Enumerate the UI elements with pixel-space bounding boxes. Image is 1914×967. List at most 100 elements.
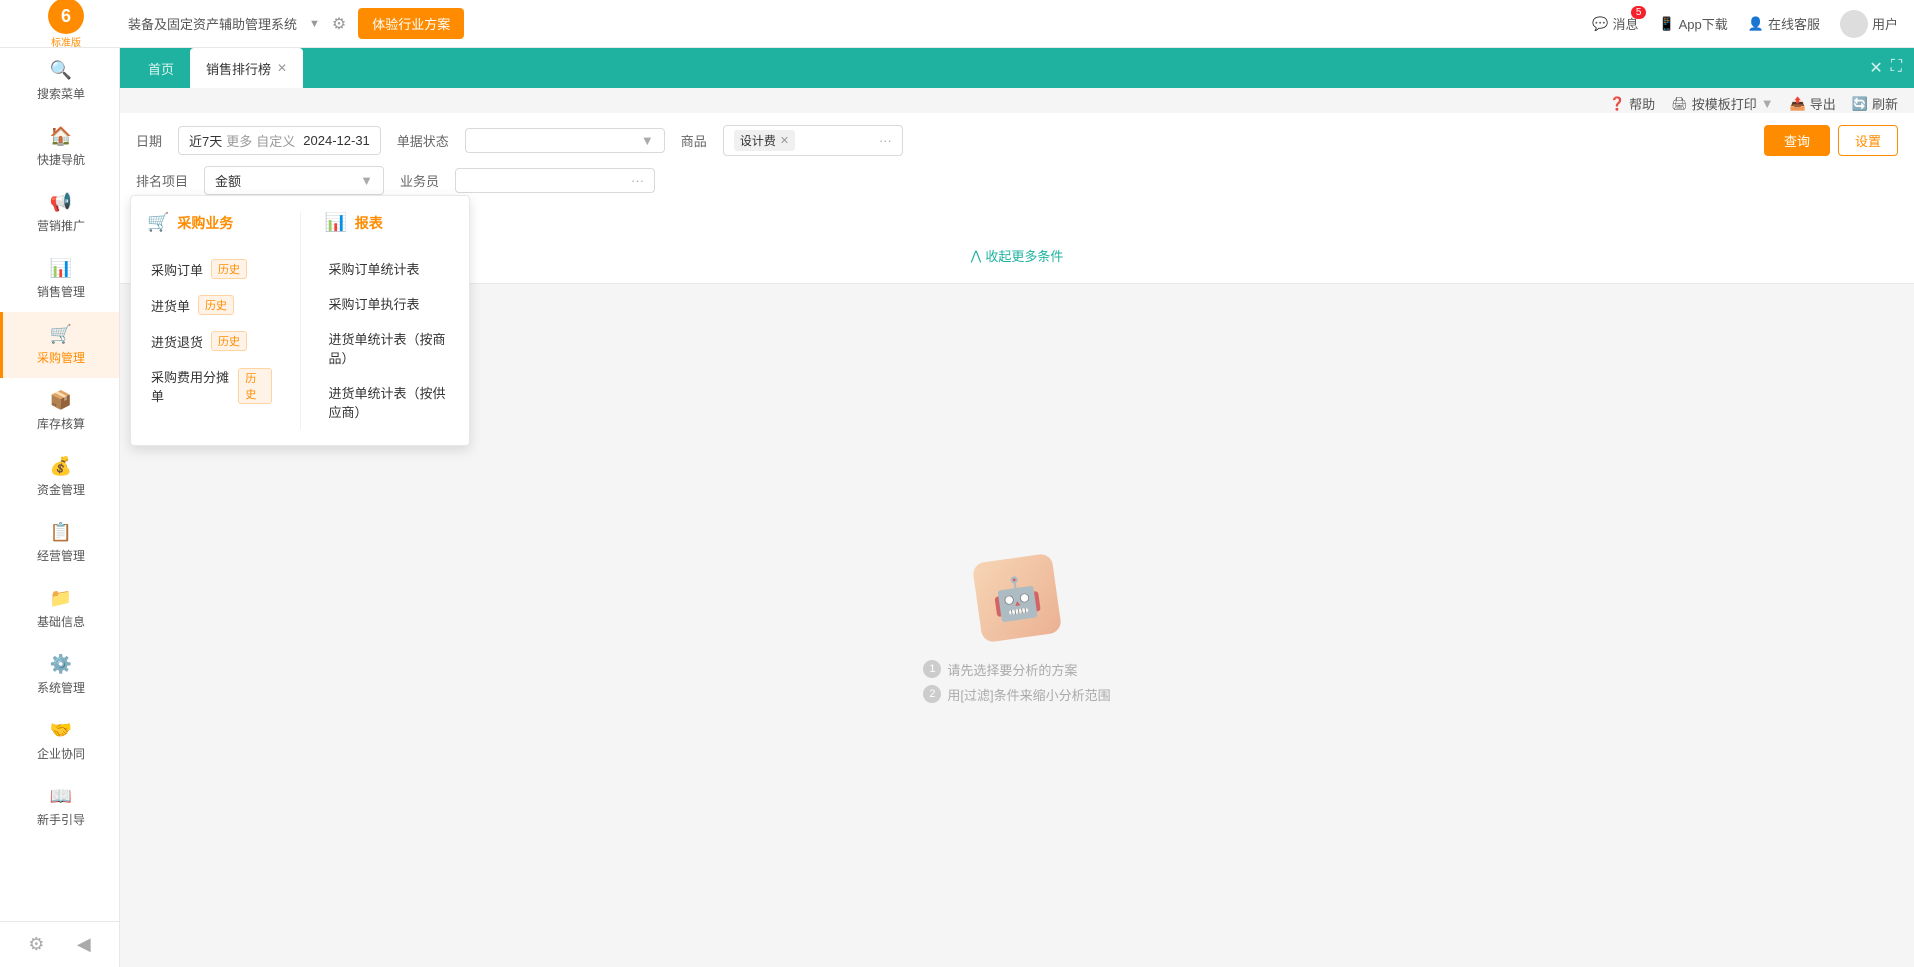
empty-illustration: 🤖	[957, 548, 1077, 648]
tab-close-icon[interactable]: ✕	[277, 61, 287, 75]
logo-icon: 6	[48, 0, 84, 34]
export-icon: 📤	[1790, 96, 1806, 112]
logo-area: 6 标准版	[16, 0, 116, 49]
filter-row-2: 排名项目 金额 ▼ 业务员 ···	[136, 166, 1898, 195]
sidebar-item-inventory[interactable]: 📦 库存核算	[0, 378, 119, 444]
logo-text: 标准版	[51, 34, 81, 49]
tab-bar-expand-icon[interactable]: ⛶	[1891, 58, 1902, 78]
sidebar-item-quick[interactable]: 🏠 快捷导航	[0, 114, 119, 180]
dropdown-item-stock-in-stat-supplier[interactable]: 进货单统计表（按供应商）	[325, 375, 454, 429]
voucher-status-input[interactable]: ▼	[465, 128, 665, 153]
sidebar-label-guide: 新手引导	[37, 811, 85, 828]
purchase-dropdown-menu: 🛒 采购业务 采购订单 历史 进货单 历史 进货退货 历史 采购费用分摊单 历史	[130, 195, 470, 446]
sidebar-item-capital[interactable]: 💰 资金管理	[0, 444, 119, 510]
rank-value: 金额	[215, 171, 241, 190]
dropdown-columns: 🛒 采购业务 采购订单 历史 进货单 历史 进货退货 历史 采购费用分摊单 历史	[147, 212, 453, 429]
sidebar-item-operation[interactable]: 📋 经营管理	[0, 510, 119, 576]
filter-actions: 查询 设置	[1764, 125, 1898, 156]
goods-label: 商品	[681, 131, 707, 150]
report-col-title: 报表	[355, 213, 383, 233]
sidebar-item-search[interactable]: 🔍 搜索菜单	[0, 48, 119, 114]
settings-icon[interactable]: ⚙	[332, 14, 346, 34]
dropdown-item-purchase-order-stat[interactable]: 采购订单统计表	[325, 251, 454, 286]
sidebar-item-enterprise[interactable]: 🤝 企业协同	[0, 708, 119, 774]
tab-bar-close-icon[interactable]: ✕	[1869, 58, 1882, 78]
date-custom: 自定义	[256, 131, 295, 150]
service-icon: 👤	[1748, 16, 1764, 32]
sidebar-label-inventory: 库存核算	[37, 415, 85, 432]
sidebar-item-system[interactable]: ⚙️ 系统管理	[0, 642, 119, 708]
dropdown-item-purchase-order-exec[interactable]: 采购订单执行表	[325, 286, 454, 321]
goods-more-icon[interactable]: ···	[879, 133, 892, 148]
dropdown-col-report: 📊 报表 采购订单统计表 采购订单执行表 进货单统计表（按商品） 进货单统计表（…	[325, 212, 454, 429]
empty-tip-2: 2 用[过滤]条件来缩小分析范围	[923, 685, 1110, 704]
main-content: 首页 销售排行榜 ✕ ✕ ⛶ ❓ 帮助 🖨 按模板打印 ▼ 📤	[120, 48, 1914, 967]
dropdown-col-purchase: 🛒 采购业务 采购订单 历史 进货单 历史 进货退货 历史 采购费用分摊单 历史	[147, 212, 276, 429]
date-input[interactable]: 近7天 更多 自定义 2024-12-31	[178, 126, 381, 155]
system-dropdown-arrow[interactable]: ▼	[309, 18, 320, 30]
user-button[interactable]: 用户	[1840, 10, 1898, 38]
goods-tag-text: 设计费	[740, 132, 776, 149]
settings-button[interactable]: 设置	[1838, 125, 1898, 156]
system-title: 装备及固定资产辅助管理系统	[128, 14, 297, 33]
messages-button[interactable]: 💬 消息 5	[1592, 14, 1638, 33]
sidebar-item-purchase[interactable]: 🛒 采购管理	[0, 312, 119, 378]
tip-text-1: 请先选择要分析的方案	[947, 660, 1077, 679]
sidebar-item-marketing[interactable]: 📢 营销推广	[0, 180, 119, 246]
dropdown-item-purchase-order[interactable]: 采购订单 历史	[147, 251, 276, 287]
stock-in-history-tag: 历史	[198, 295, 234, 315]
sidebar: 🔍 搜索菜单 🏠 快捷导航 📢 营销推广 📊 销售管理 🛒 采购管理 📦 库存核…	[0, 48, 120, 967]
sidebar-item-guide[interactable]: 📖 新手引导	[0, 774, 119, 840]
dropdown-item-stock-in-stat-goods[interactable]: 进货单统计表（按商品）	[325, 321, 454, 375]
empty-tip-1: 1 请先选择要分析的方案	[923, 660, 1110, 679]
sidebar-collapse-icon[interactable]: ◀	[77, 934, 91, 955]
salesman-input[interactable]: ···	[455, 168, 655, 193]
voucher-status-label: 单据状态	[397, 131, 449, 150]
sidebar-label-capital: 资金管理	[37, 481, 85, 498]
collapse-button[interactable]: ⋀ 收起更多条件	[965, 240, 1070, 271]
empty-tips: 1 请先选择要分析的方案 2 用[过滤]条件来缩小分析范围	[923, 660, 1110, 704]
goods-tag: 设计费 ✕	[734, 130, 795, 151]
help-button[interactable]: ❓ 帮助	[1609, 94, 1655, 113]
sidebar-label-purchase: 采购管理	[37, 349, 85, 366]
logo-char: 6	[61, 6, 71, 27]
trial-button[interactable]: 体验行业方案	[358, 8, 464, 39]
tab-bar: 首页 销售排行榜 ✕ ✕ ⛶	[120, 48, 1914, 88]
app-download-button[interactable]: 📱 App下载	[1658, 14, 1727, 33]
dropdown-item-purchase-expense[interactable]: 采购费用分摊单 历史	[147, 359, 276, 413]
export-button[interactable]: 📤 导出	[1790, 94, 1836, 113]
dropdown-item-stock-in[interactable]: 进货单 历史	[147, 287, 276, 323]
print-button[interactable]: 🖨 按模板打印 ▼	[1671, 94, 1773, 113]
app-download-label: App下载	[1679, 14, 1728, 33]
message-icon: 💬	[1592, 16, 1608, 32]
tab-sales-rank-label: 销售排行榜	[206, 59, 271, 78]
tab-home[interactable]: 首页	[132, 48, 190, 88]
goods-tag-close-icon[interactable]: ✕	[780, 134, 789, 147]
capital-icon: 💰	[50, 456, 72, 477]
refresh-button[interactable]: 🔄 刷新	[1852, 94, 1898, 113]
refresh-icon: 🔄	[1852, 96, 1868, 112]
dropdown-col-divider	[300, 212, 301, 429]
tab-sales-rank[interactable]: 销售排行榜 ✕	[190, 48, 303, 88]
goods-input[interactable]: 设计费 ✕ ···	[723, 125, 903, 156]
purchase-col-header: 🛒 采购业务	[147, 212, 276, 239]
sidebar-label-quick: 快捷导航	[37, 151, 85, 168]
sidebar-label-basic: 基础信息	[37, 613, 85, 630]
sidebar-item-basic[interactable]: 📁 基础信息	[0, 576, 119, 642]
online-service-button[interactable]: 👤 在线客服	[1748, 14, 1820, 33]
print-dropdown-icon[interactable]: ▼	[1761, 96, 1774, 111]
sidebar-settings-icon[interactable]: ⚙	[28, 934, 44, 955]
dropdown-item-stock-return[interactable]: 进货退货 历史	[147, 323, 276, 359]
export-label: 导出	[1810, 94, 1836, 113]
sidebar-label-system: 系统管理	[37, 679, 85, 696]
marketing-icon: 📢	[50, 192, 72, 213]
rank-input[interactable]: 金额 ▼	[204, 166, 384, 195]
sidebar-item-sales[interactable]: 📊 销售管理	[0, 246, 119, 312]
query-button[interactable]: 查询	[1764, 125, 1830, 156]
sidebar-bottom: ⚙ ◀	[0, 921, 119, 967]
help-label: 帮助	[1629, 94, 1655, 113]
message-badge: 5	[1631, 6, 1647, 19]
purchase-col-icon: 🛒	[147, 212, 169, 233]
salesman-more-icon[interactable]: ···	[631, 173, 644, 188]
top-bar: 6 标准版 装备及固定资产辅助管理系统 ▼ ⚙ 体验行业方案 💬 消息 5 📱 …	[0, 0, 1914, 48]
